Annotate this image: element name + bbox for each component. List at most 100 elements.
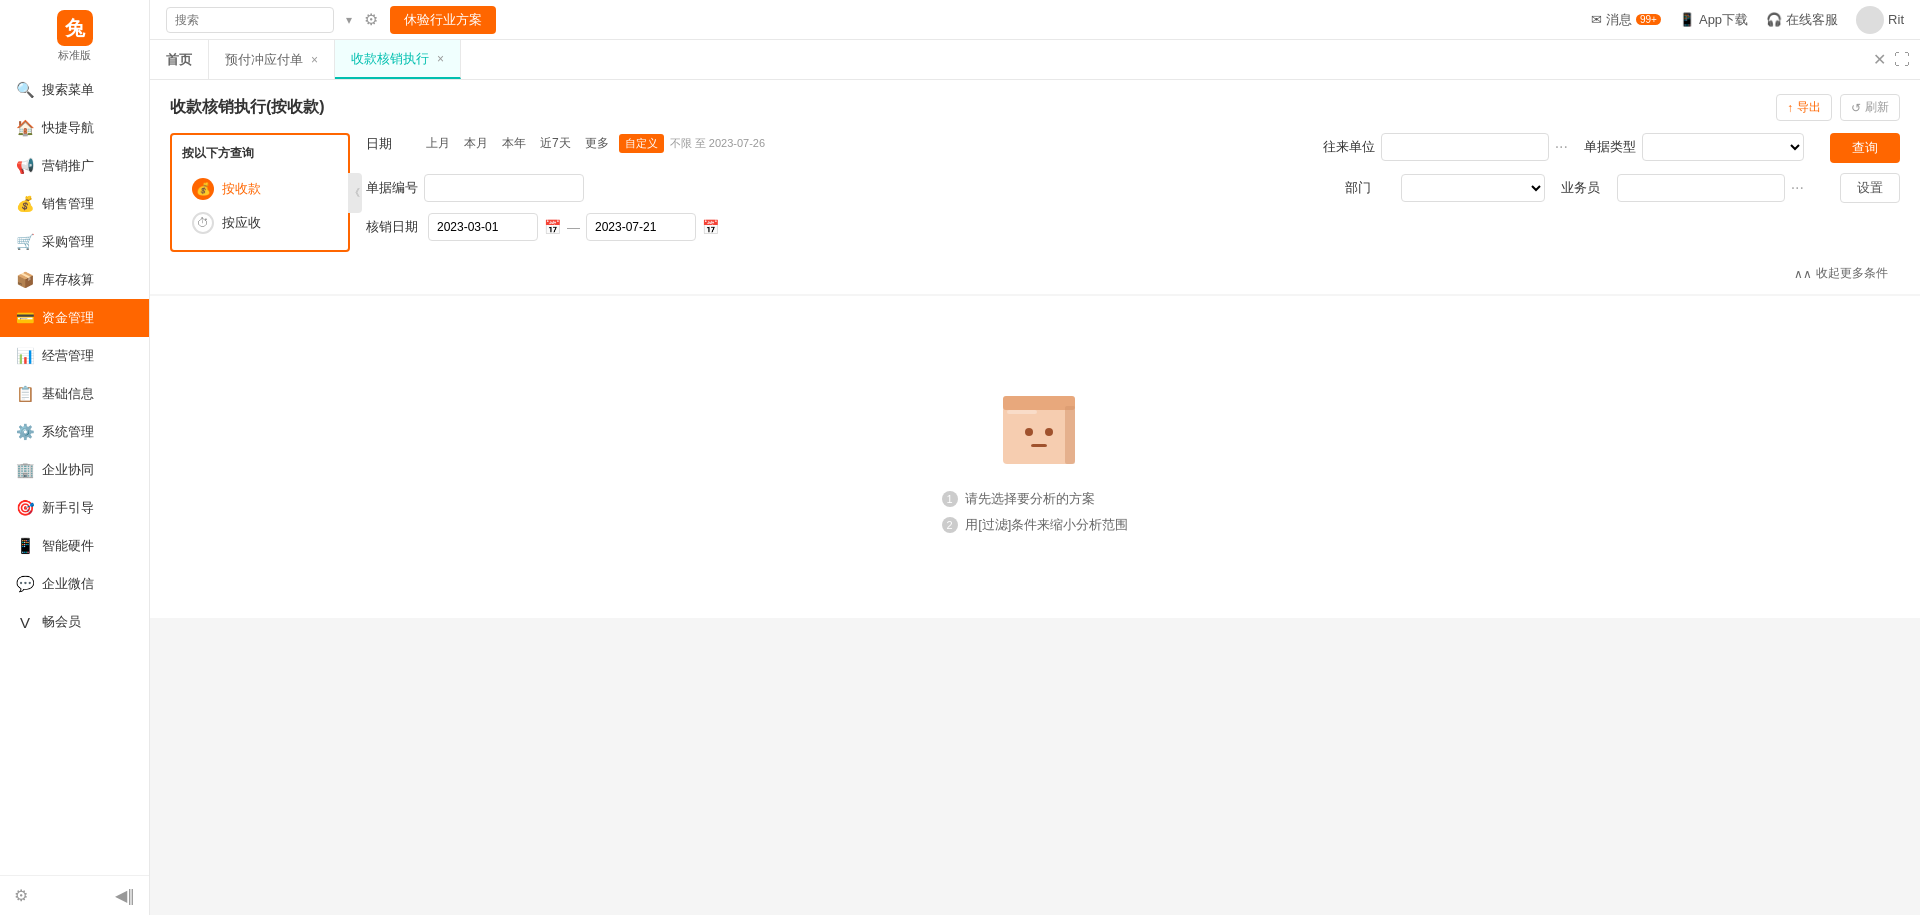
dept-field: 部门 — [1345, 174, 1545, 202]
user-menu[interactable]: Rit — [1856, 6, 1904, 34]
collapse-more-button[interactable]: ∧∧ 收起更多条件 — [1782, 261, 1900, 286]
doc-no-input[interactable] — [424, 174, 584, 202]
sidebar-nav: 🔍 搜索菜单 🏠 快捷导航 📢 营销推广 💰 销售管理 🛒 采购管理 📦 库存核… — [0, 71, 149, 875]
sidebar-item-label: 经营管理 — [42, 347, 94, 365]
export-button[interactable]: ↑ 导出 — [1776, 94, 1832, 121]
app-download-button[interactable]: 📱 App下载 — [1679, 11, 1748, 29]
this-month-btn[interactable]: 本月 — [460, 133, 492, 154]
tab-home-label: 首页 — [166, 51, 192, 69]
writeoff-date-start-calendar-icon[interactable]: 📅 — [544, 219, 561, 235]
header-dropdown-icon[interactable]: ▾ — [346, 13, 352, 27]
this-year-btn[interactable]: 本年 — [498, 133, 530, 154]
header-settings-icon[interactable]: ⚙ — [364, 10, 378, 29]
header-search-input[interactable] — [166, 7, 334, 33]
app-logo-icon: 兔 — [57, 10, 93, 46]
sidebar-item-operations[interactable]: 📊 经营管理 — [0, 337, 149, 375]
more-date-btn[interactable]: 更多 — [581, 133, 613, 154]
svg-point-6 — [1045, 428, 1053, 436]
doc-type-select[interactable] — [1642, 133, 1804, 161]
settings-footer-icon[interactable]: ⚙ — [14, 886, 28, 905]
sidebar-item-wechat[interactable]: 💬 企业微信 — [0, 565, 149, 603]
custom-date-btn[interactable]: 自定义 — [619, 134, 664, 153]
tab-home[interactable]: 首页 — [150, 40, 209, 79]
empty-illustration — [985, 376, 1085, 466]
query-button[interactable]: 查询 — [1830, 133, 1900, 163]
industry-solution-button[interactable]: 休验行业方案 — [390, 6, 496, 34]
by-receivable-label: 按应收 — [222, 214, 261, 232]
sidebar-item-enterprise[interactable]: 🏢 企业协同 — [0, 451, 149, 489]
date-buttons: 上月 本月 本年 近7天 更多 自定义 — [422, 133, 664, 154]
page-title: 收款核销执行(按收款) — [170, 97, 325, 118]
online-service-icon: 🎧 — [1766, 12, 1782, 27]
online-service-button[interactable]: 🎧 在线客服 — [1766, 11, 1838, 29]
page-header-actions: ↑ 导出 ↺ 刷新 — [1776, 94, 1900, 121]
sidebar-item-vip[interactable]: V 畅会员 — [0, 603, 149, 641]
tip-num-1: 1 — [942, 491, 958, 507]
tab-actions: ✕ ⛶ — [1863, 40, 1920, 79]
writeoff-date-end-input[interactable] — [586, 213, 696, 241]
enterprise-icon: 🏢 — [16, 461, 34, 479]
tab-close-all-button[interactable]: ✕ — [1873, 50, 1886, 69]
setting-button[interactable]: 设置 — [1840, 173, 1900, 203]
staff-input[interactable] — [1617, 174, 1785, 202]
refresh-button[interactable]: ↺ 刷新 — [1840, 94, 1900, 121]
tab-prepay-label: 预付冲应付单 — [225, 51, 303, 69]
filter-row-1: 日期 上月 本月 本年 近7天 更多 自定义 不限 至 2023-07-26 — [366, 133, 1900, 163]
sidebar-item-label: 企业协同 — [42, 461, 94, 479]
refresh-icon: ↺ — [1851, 101, 1861, 115]
by-receipt-label: 按收款 — [222, 180, 261, 198]
counterparty-input[interactable] — [1381, 133, 1549, 161]
by-receivable-icon: ⏱ — [192, 212, 214, 234]
last-7-days-btn[interactable]: 近7天 — [536, 133, 575, 154]
filter-option-by-receipt[interactable]: 💰 按收款 — [182, 172, 338, 206]
guide-icon: 🎯 — [16, 499, 34, 517]
svg-point-5 — [1025, 428, 1033, 436]
tab-receipt-writeoff[interactable]: 收款核销执行 × — [335, 40, 461, 79]
sidebar-item-funds[interactable]: 💳 资金管理 — [0, 299, 149, 337]
message-label: 消息 — [1606, 11, 1632, 29]
collapse-sidebar-icon[interactable]: ◀‖ — [115, 886, 135, 905]
doc-type-label: 单据类型 — [1584, 138, 1636, 156]
sidebar-item-smart-hw[interactable]: 📱 智能硬件 — [0, 527, 149, 565]
staff-label: 业务员 — [1561, 179, 1611, 197]
query-btn-col: 查询 — [1820, 133, 1900, 163]
logo-subtitle: 标准版 — [58, 48, 91, 63]
message-icon: ✉ — [1591, 12, 1602, 27]
message-button[interactable]: ✉ 消息 99+ — [1591, 11, 1661, 29]
sidebar-item-sales[interactable]: 💰 销售管理 — [0, 185, 149, 223]
search-menu-icon: 🔍 — [16, 81, 34, 99]
tab-expand-button[interactable]: ⛶ — [1894, 51, 1910, 69]
counterparty-dots-icon[interactable]: ··· — [1555, 138, 1568, 156]
sidebar-item-search-menu[interactable]: 🔍 搜索菜单 — [0, 71, 149, 109]
sidebar-item-basic-info[interactable]: 📋 基础信息 — [0, 375, 149, 413]
sidebar-item-marketing[interactable]: 📢 营销推广 — [0, 147, 149, 185]
writeoff-date-start-input[interactable] — [428, 213, 538, 241]
filter-option-by-receivable[interactable]: ⏱ 按应收 — [182, 206, 338, 240]
writeoff-date-end-calendar-icon[interactable]: 📅 — [702, 219, 719, 235]
sidebar-item-label: 采购管理 — [42, 233, 94, 251]
staff-field: 业务员 ··· — [1561, 174, 1804, 202]
tab-prepay[interactable]: 预付冲应付单 × — [209, 40, 335, 79]
top-header: ▾ ⚙ 休验行业方案 ✉ 消息 99+ 📱 App下载 🎧 在线客服 Rit — [150, 0, 1920, 40]
doc-no-label: 单据编号 — [366, 179, 418, 197]
empty-tip-2-text: 用[过滤]条件来缩小分析范围 — [965, 517, 1128, 532]
online-service-label: 在线客服 — [1786, 11, 1838, 29]
sidebar-item-purchase[interactable]: 🛒 采购管理 — [0, 223, 149, 261]
last-month-btn[interactable]: 上月 — [422, 133, 454, 154]
staff-dots-icon[interactable]: ··· — [1791, 179, 1804, 197]
tab-bar: 首页 预付冲应付单 × 收款核销执行 × ✕ ⛶ — [150, 40, 1920, 80]
sidebar-item-system[interactable]: ⚙️ 系统管理 — [0, 413, 149, 451]
svg-rect-3 — [1003, 396, 1075, 410]
sidebar-item-quick-nav[interactable]: 🏠 快捷导航 — [0, 109, 149, 147]
quick-nav-icon: 🏠 — [16, 119, 34, 137]
sidebar-item-guide[interactable]: 🎯 新手引导 — [0, 489, 149, 527]
collapse-panel-button[interactable]: 《 — [348, 173, 362, 213]
tab-receipt-writeoff-close-icon[interactable]: × — [437, 52, 444, 66]
sidebar-item-label: 营销推广 — [42, 157, 94, 175]
filter-form: 日期 上月 本月 本年 近7天 更多 自定义 不限 至 2023-07-26 — [366, 133, 1900, 257]
sidebar-item-inventory[interactable]: 📦 库存核算 — [0, 261, 149, 299]
purchase-icon: 🛒 — [16, 233, 34, 251]
basic-info-icon: 📋 — [16, 385, 34, 403]
tab-prepay-close-icon[interactable]: × — [311, 53, 318, 67]
dept-select[interactable] — [1401, 174, 1545, 202]
